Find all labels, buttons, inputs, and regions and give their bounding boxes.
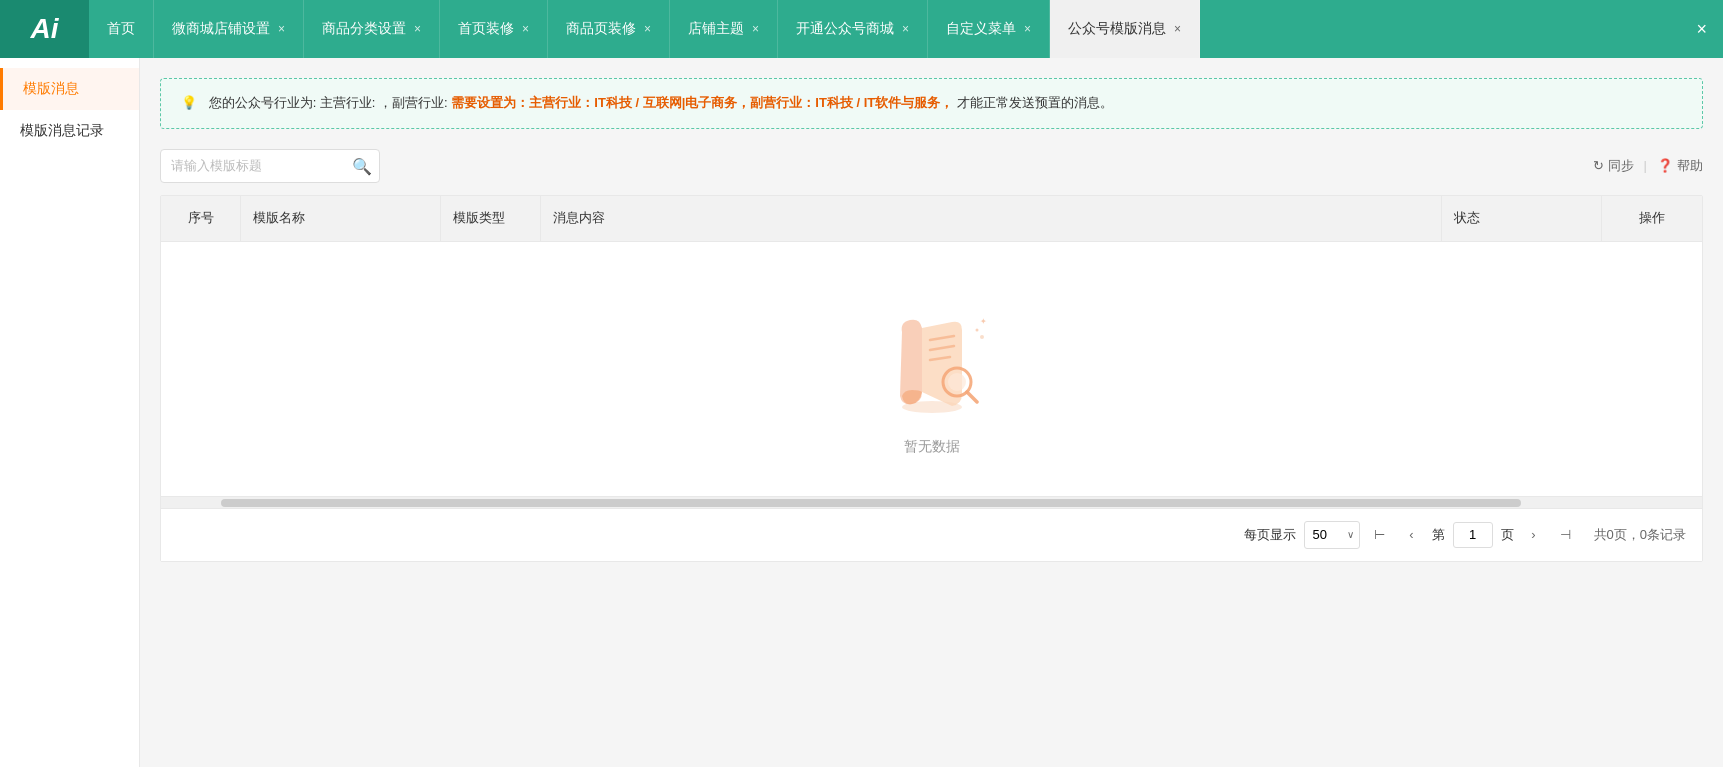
nav-tab-shop-theme[interactable]: 店铺主题×: [670, 0, 778, 58]
th-action: 操作: [1602, 196, 1702, 241]
svg-line-6: [967, 392, 977, 402]
th-status: 状态: [1442, 196, 1602, 241]
page-label: 第: [1432, 526, 1445, 544]
nav-tab-custom-menu[interactable]: 自定义菜单×: [928, 0, 1050, 58]
notice-highlight: 需要设置为：主营行业：IT科技 / 互联网|电子商务，副营行业：IT科技 / I…: [451, 95, 953, 110]
close-tab-custom-menu[interactable]: ×: [1024, 23, 1031, 35]
notice-suffix: 才能正常发送预置的消息。: [957, 95, 1113, 110]
sidebar-item-template-record[interactable]: 模版消息记录: [0, 110, 139, 152]
nav-tab-open-mall[interactable]: 开通公众号商城×: [778, 0, 928, 58]
help-icon: ❓: [1657, 158, 1673, 173]
empty-icon: ✦: [872, 302, 992, 422]
close-all-button[interactable]: ×: [1680, 0, 1723, 58]
page-size-label: 每页显示: [1244, 526, 1296, 544]
content-area: 💡 您的公众号行业为: 主营行业: ，副营行业: 需要设置为：主营行业：IT科技…: [140, 58, 1723, 767]
th-type: 模版类型: [441, 196, 541, 241]
th-seq: 序号: [161, 196, 241, 241]
page-total: 共0页，0条记录: [1594, 526, 1686, 544]
close-tab-shop-theme[interactable]: ×: [752, 23, 759, 35]
search-bar: 🔍 ↻ 同步 | ❓ 帮助: [160, 149, 1703, 183]
search-actions: ↻ 同步 | ❓ 帮助: [1593, 157, 1703, 175]
close-tab-micro-shop[interactable]: ×: [278, 23, 285, 35]
nav-tab-micro-shop[interactable]: 微商城店铺设置×: [154, 0, 304, 58]
app-logo: Ai: [0, 0, 89, 58]
nav-tab-home[interactable]: 首页: [89, 0, 154, 58]
close-tab-product-decor[interactable]: ×: [644, 23, 651, 35]
close-tab-product-cat[interactable]: ×: [414, 23, 421, 35]
action-divider: |: [1644, 158, 1647, 173]
pagination: 每页显示 50 10 20 100 ∨ ⊢ ‹ 第 页 › ⊣ 共0页，: [161, 508, 1702, 561]
close-tab-open-mall[interactable]: ×: [902, 23, 909, 35]
notice-box: 💡 您的公众号行业为: 主营行业: ，副营行业: 需要设置为：主营行业：IT科技…: [160, 78, 1703, 129]
nav-tab-template-msg[interactable]: 公众号模版消息×: [1050, 0, 1200, 58]
svg-point-7: [980, 335, 984, 339]
sync-button[interactable]: ↻ 同步: [1593, 157, 1634, 175]
help-button[interactable]: ❓ 帮助: [1657, 157, 1703, 175]
close-tab-home-decor[interactable]: ×: [522, 23, 529, 35]
empty-text: 暂无数据: [904, 438, 960, 456]
page-size-select[interactable]: 50 10 20 100: [1304, 521, 1360, 549]
close-tab-template-msg[interactable]: ×: [1174, 23, 1181, 35]
main-layout: 模版消息模版消息记录 💡 您的公众号行业为: 主营行业: ，副营行业: 需要设置…: [0, 58, 1723, 767]
nav-tab-product-decor[interactable]: 商品页装修×: [548, 0, 670, 58]
nav-tab-home-decor[interactable]: 首页装修×: [440, 0, 548, 58]
table-header: 序号 模版名称 模版类型 消息内容 状态 操作: [161, 196, 1702, 242]
th-content: 消息内容: [541, 196, 1442, 241]
top-nav: Ai 首页微商城店铺设置×商品分类设置×首页装修×商品页装修×店铺主题×开通公众…: [0, 0, 1723, 58]
nav-tabs: 首页微商城店铺设置×商品分类设置×首页装修×商品页装修×店铺主题×开通公众号商城…: [89, 0, 1680, 58]
page-suffix: 页: [1501, 526, 1514, 544]
page-size-select-wrap[interactable]: 50 10 20 100 ∨: [1304, 521, 1360, 549]
sync-icon: ↻: [1593, 158, 1604, 173]
page-number-input[interactable]: [1453, 522, 1493, 548]
first-page-button[interactable]: ⊢: [1368, 523, 1392, 547]
horizontal-scrollbar[interactable]: [161, 496, 1702, 508]
search-input[interactable]: [160, 149, 380, 183]
empty-state: ✦ 暂无数据: [161, 242, 1702, 496]
next-page-button[interactable]: ›: [1522, 523, 1546, 547]
search-icon[interactable]: 🔍: [352, 156, 372, 175]
th-name: 模版名称: [241, 196, 441, 241]
scrollbar-thumb[interactable]: [221, 499, 1521, 507]
prev-page-button[interactable]: ‹: [1400, 523, 1424, 547]
nav-tab-product-cat[interactable]: 商品分类设置×: [304, 0, 440, 58]
search-input-wrap: 🔍: [160, 149, 380, 183]
notice-prefix: 您的公众号行业为: 主营行业: ，副营行业:: [209, 95, 452, 110]
last-page-button[interactable]: ⊣: [1554, 523, 1578, 547]
sidebar: 模版消息模版消息记录: [0, 58, 140, 767]
notice-icon: 💡: [181, 95, 197, 110]
svg-text:✦: ✦: [980, 317, 987, 326]
table-container: 序号 模版名称 模版类型 消息内容 状态 操作: [160, 195, 1703, 562]
sidebar-item-template-msg[interactable]: 模版消息: [0, 68, 139, 110]
svg-point-5: [948, 373, 966, 391]
svg-point-8: [975, 328, 978, 331]
